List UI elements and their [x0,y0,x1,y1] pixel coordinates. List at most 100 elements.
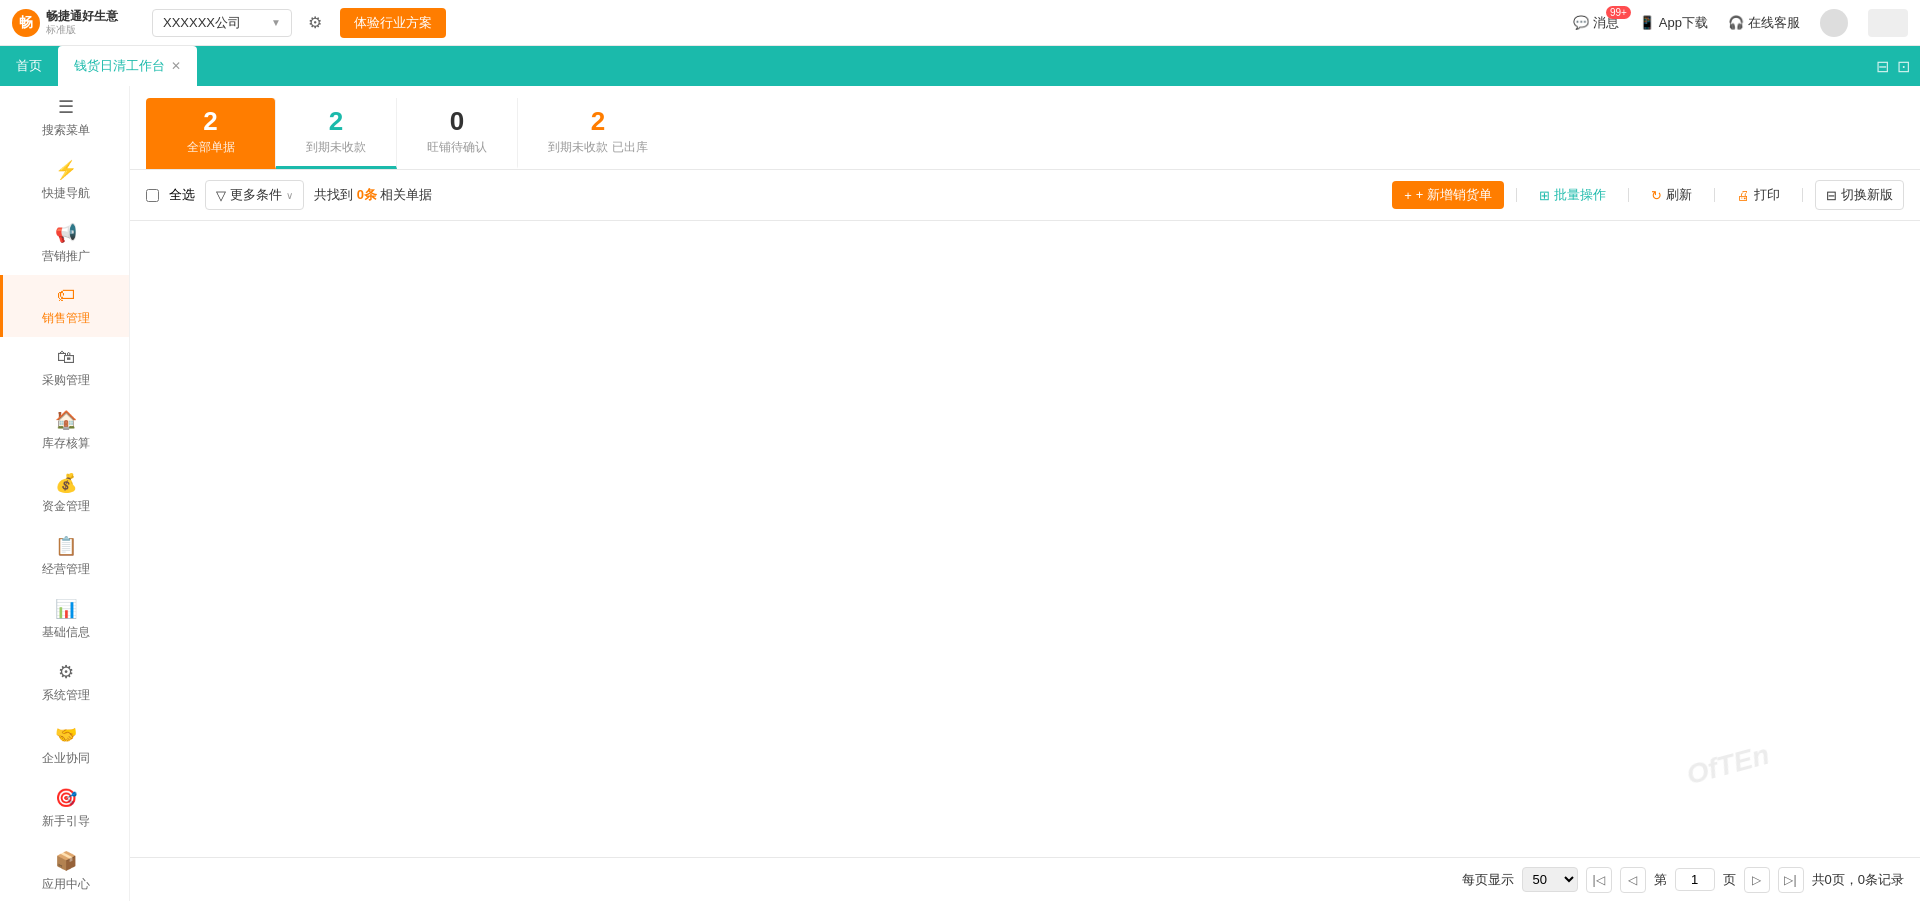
sidebar-label-base-info: 基础信息 [42,624,90,641]
add-icon: + [1404,188,1412,203]
select-all-label: 全选 [169,186,195,204]
experience-button[interactable]: 体验行业方案 [340,8,446,38]
stats-tabs: 2 全部单据 2 到期未收款 0 旺铺待确认 2 到期未收款 已出库 [130,86,1920,170]
filter-icon: ▽ [216,188,226,203]
sidebar-item-marketing[interactable]: 📢 营销推广 [0,212,129,275]
divider4 [1802,188,1803,202]
page-size-label: 每页显示 [1462,871,1514,889]
logo-text: 畅捷通好生意 标准版 [46,9,118,35]
found-count: 0条 [357,187,377,202]
tab-work-label: 钱货日清工作台 [74,57,165,75]
sidebar-item-base-info[interactable]: 📊 基础信息 [0,588,129,651]
tab-close-icon[interactable]: ✕ [171,59,181,73]
tab-home-label: 首页 [16,57,42,75]
add-order-button[interactable]: + + 新增销货单 [1392,181,1504,209]
stat-tab-wangpu[interactable]: 0 旺铺待确认 [397,98,518,169]
batch-label: 批量操作 [1554,186,1606,204]
last-page-button[interactable]: ▷| [1778,867,1804,893]
stat-label-due-unshipped: 到期未收款 已出库 [548,139,647,156]
logo-sub: 标准版 [46,24,118,36]
refresh-label: 刷新 [1666,186,1692,204]
tab-minimize-icon[interactable]: ⊟ [1876,57,1889,76]
stat-tab-all[interactable]: 2 全部单据 [146,98,276,169]
online-service-button[interactable]: 🎧 在线客服 [1728,14,1800,32]
tab-maximize-icon[interactable]: ⊡ [1897,57,1910,76]
print-label: 打印 [1754,186,1780,204]
print-button[interactable]: 🖨 打印 [1727,181,1790,209]
phone-icon: 📱 [1639,15,1655,30]
stat-tab-due-unpaid[interactable]: 2 到期未收款 [276,98,397,169]
stat-number-due-unpaid: 2 [329,106,343,137]
sidebar-label-operations: 经营管理 [42,561,90,578]
sidebar-item-purchase[interactable]: 🛍 采购管理 [0,337,129,399]
avatar[interactable] [1820,9,1848,37]
purchase-icon: 🛍 [57,347,75,368]
online-service-label: 在线客服 [1748,14,1800,32]
table-area [130,221,1920,857]
batch-operation-button[interactable]: ⊞ 批量操作 [1529,181,1616,209]
page-input[interactable] [1675,868,1715,891]
sidebar-label-inventory: 库存核算 [42,435,90,452]
quick-nav-icon: ⚡ [55,159,77,181]
sidebar-item-sales[interactable]: 🏷 销售管理 [0,275,129,337]
sidebar-item-cooperation[interactable]: 🤝 企业协同 [0,714,129,777]
sidebar-label-search: 搜索菜单 [42,122,90,139]
tab-work[interactable]: 钱货日清工作台 ✕ [58,46,197,86]
settings-button[interactable]: ⚙ [300,8,330,38]
sidebar-item-app-center[interactable]: 📦 应用中心 [0,840,129,901]
sidebar-label-marketing: 营销推广 [42,248,90,265]
print-icon: 🖨 [1737,188,1750,203]
sidebar-item-operations[interactable]: 📋 经营管理 [0,525,129,588]
cooperation-icon: 🤝 [55,724,77,746]
total-info: 共0页，0条记录 [1812,871,1904,889]
main-layout: ☰ 搜索菜单 ⚡ 快捷导航 📢 营销推广 🏷 销售管理 🛍 采购管理 🏠 库存核… [0,86,1920,901]
sidebar-item-guide[interactable]: 🎯 新手引导 [0,777,129,840]
switch-label: 切换新版 [1841,186,1893,204]
system-icon: ⚙ [58,661,74,683]
sidebar-item-quick-nav[interactable]: ⚡ 快捷导航 [0,149,129,212]
sidebar-label-cooperation: 企业协同 [42,750,90,767]
tab-home[interactable]: 首页 [0,46,58,86]
add-order-label: + 新增销货单 [1416,186,1492,204]
sidebar-label-quick-nav: 快捷导航 [42,185,90,202]
user-name-area[interactable] [1868,9,1908,37]
tab-bar: 首页 钱货日清工作台 ✕ ⊟ ⊡ [0,46,1920,86]
refresh-button[interactable]: ↻ 刷新 [1641,181,1702,209]
divider [1516,188,1517,202]
filter-label: 更多条件 [230,186,282,204]
sidebar-item-finance[interactable]: 💰 资金管理 [0,462,129,525]
next-page-button[interactable]: ▷ [1744,867,1770,893]
stat-number-all: 2 [203,106,217,137]
sidebar-label-app-center: 应用中心 [42,876,90,893]
select-all-checkbox[interactable] [146,189,159,202]
filter-button[interactable]: ▽ 更多条件 ∨ [205,180,304,210]
batch-icon: ⊞ [1539,188,1550,203]
logo-icon: 畅 [12,9,40,37]
sidebar-label-sales: 销售管理 [42,310,90,327]
logo-area: 畅 畅捷通好生意 标准版 [12,9,142,37]
sidebar-item-search[interactable]: ☰ 搜索菜单 [0,86,129,149]
sidebar: ☰ 搜索菜单 ⚡ 快捷导航 📢 营销推广 🏷 销售管理 🛍 采购管理 🏠 库存核… [0,86,130,901]
page-suffix: 页 [1723,871,1736,889]
sidebar-item-inventory[interactable]: 🏠 库存核算 [0,399,129,462]
page-size-select[interactable]: 20 50 100 [1522,867,1578,892]
stat-number-wangpu: 0 [450,106,464,137]
app-download-label: App下载 [1659,14,1708,32]
stat-label-due-unpaid: 到期未收款 [306,139,366,156]
switch-version-button[interactable]: ⊟ 切换新版 [1815,180,1904,210]
prev-page-button[interactable]: ◁ [1620,867,1646,893]
toolbar-right: + + 新增销货单 ⊞ 批量操作 ↻ 刷新 🖨 打印 [1392,180,1904,210]
messages-button[interactable]: 💬 消息 99+ [1573,14,1619,32]
stat-number-due-unshipped: 2 [591,106,605,137]
stat-label-all: 全部单据 [187,139,235,156]
stat-tab-due-unshipped[interactable]: 2 到期未收款 已出库 [518,98,678,169]
company-selector[interactable]: XXXXXX公司 ▼ [152,9,292,37]
sidebar-item-system[interactable]: ⚙ 系统管理 [0,651,129,714]
content-area: 2 全部单据 2 到期未收款 0 旺铺待确认 2 到期未收款 已出库 全选 [130,86,1920,901]
divider3 [1714,188,1715,202]
page-prefix: 第 [1654,871,1667,889]
app-download-button[interactable]: 📱 App下载 [1639,14,1708,32]
sales-icon: 🏷 [57,285,75,306]
first-page-button[interactable]: |◁ [1586,867,1612,893]
base-info-icon: 📊 [55,598,77,620]
